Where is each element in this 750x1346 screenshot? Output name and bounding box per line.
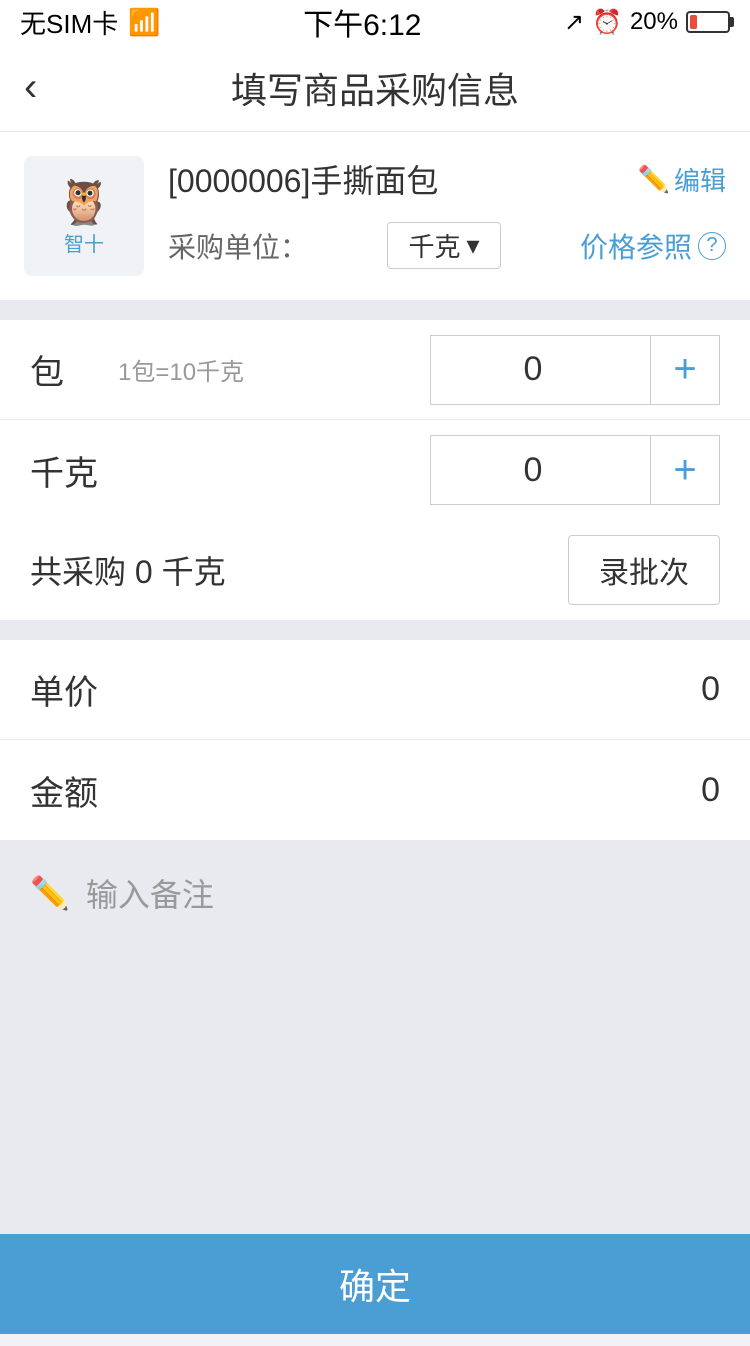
kg-plus-button[interactable]: +	[650, 435, 720, 505]
unit-label: 采购单位：	[168, 226, 308, 266]
input-section: 包 1包=10千克 + 千克 +	[0, 320, 750, 520]
status-right: ↗ ⏰ 20%	[564, 8, 730, 37]
owl-icon: 🦉	[57, 176, 112, 228]
brand-text: 智十	[64, 228, 104, 257]
batch-button[interactable]: 录批次	[568, 535, 720, 605]
unit-select[interactable]: 千克 ▾	[387, 222, 500, 269]
unit-price-value: 0	[701, 670, 720, 709]
product-image: 🦉 智十	[24, 156, 144, 276]
unit-value: 千克	[408, 227, 460, 264]
location-icon: ↗	[564, 8, 584, 37]
battery-percent: 20%	[630, 8, 678, 36]
kg-label: 千克	[30, 446, 110, 495]
divider-2	[0, 620, 750, 640]
battery-indicator	[686, 11, 730, 33]
edit-label: 编辑	[674, 161, 726, 198]
note-section[interactable]: ✏️ 输入备注	[0, 840, 750, 946]
page-title: 填写商品采购信息	[231, 62, 519, 114]
price-ref-label: 价格参照	[580, 226, 692, 266]
product-title: 手撕面包	[310, 163, 438, 199]
product-id: [0000006]	[168, 163, 310, 199]
chevron-down-icon: ▾	[466, 230, 479, 261]
amount-label: 金额	[30, 766, 98, 815]
bag-input-wrap: +	[430, 335, 720, 405]
unit-price-row: 单价 0	[0, 640, 750, 740]
note-placeholder: 输入备注	[86, 870, 214, 916]
divider-1	[0, 300, 750, 320]
pencil-icon: ✏️	[30, 874, 70, 912]
alarm-icon: ⏰	[592, 8, 622, 37]
bag-label: 包	[30, 345, 110, 394]
summary-row: 共采购 0 千克 录批次	[0, 520, 750, 620]
product-name: [0000006]手撕面包	[168, 156, 438, 202]
summary-text: 共采购 0 千克	[30, 547, 226, 593]
edit-icon: ✏️	[638, 164, 670, 195]
empty-space	[0, 946, 750, 1246]
product-card: 🦉 智十 [0000006]手撕面包 ✏️ 编辑 采购单位： 千克 ▾	[0, 132, 750, 300]
info-icon: ?	[698, 232, 726, 260]
unit-price-label: 单价	[30, 665, 98, 714]
carrier-label: 无SIM卡	[20, 4, 118, 41]
product-name-row: [0000006]手撕面包 ✏️ 编辑	[168, 156, 726, 202]
kg-input[interactable]	[430, 435, 650, 505]
bag-sublabel: 1包=10千克	[118, 352, 244, 387]
confirm-button[interactable]: 确定	[0, 1234, 750, 1334]
kg-input-row: 千克 +	[0, 420, 750, 520]
status-time: 下午6:12	[303, 0, 421, 44]
amount-value: 0	[701, 771, 720, 810]
wifi-icon: 📶	[128, 7, 160, 38]
edit-button[interactable]: ✏️ 编辑	[638, 161, 726, 198]
unit-row: 采购单位： 千克 ▾ 价格参照 ?	[168, 222, 726, 269]
nav-bar: ‹ 填写商品采购信息	[0, 44, 750, 132]
bag-input[interactable]	[430, 335, 650, 405]
price-section: 单价 0 金额 0	[0, 640, 750, 840]
price-ref-button[interactable]: 价格参照 ?	[580, 226, 726, 266]
back-button[interactable]: ‹	[24, 65, 37, 110]
bag-plus-button[interactable]: +	[650, 335, 720, 405]
amount-row: 金额 0	[0, 740, 750, 840]
bag-input-row: 包 1包=10千克 +	[0, 320, 750, 420]
status-left: 无SIM卡 📶	[20, 4, 161, 41]
kg-input-wrap: +	[430, 435, 720, 505]
product-info: [0000006]手撕面包 ✏️ 编辑 采购单位： 千克 ▾ 价格参照 ?	[168, 156, 726, 269]
status-bar: 无SIM卡 📶 下午6:12 ↗ ⏰ 20%	[0, 0, 750, 44]
